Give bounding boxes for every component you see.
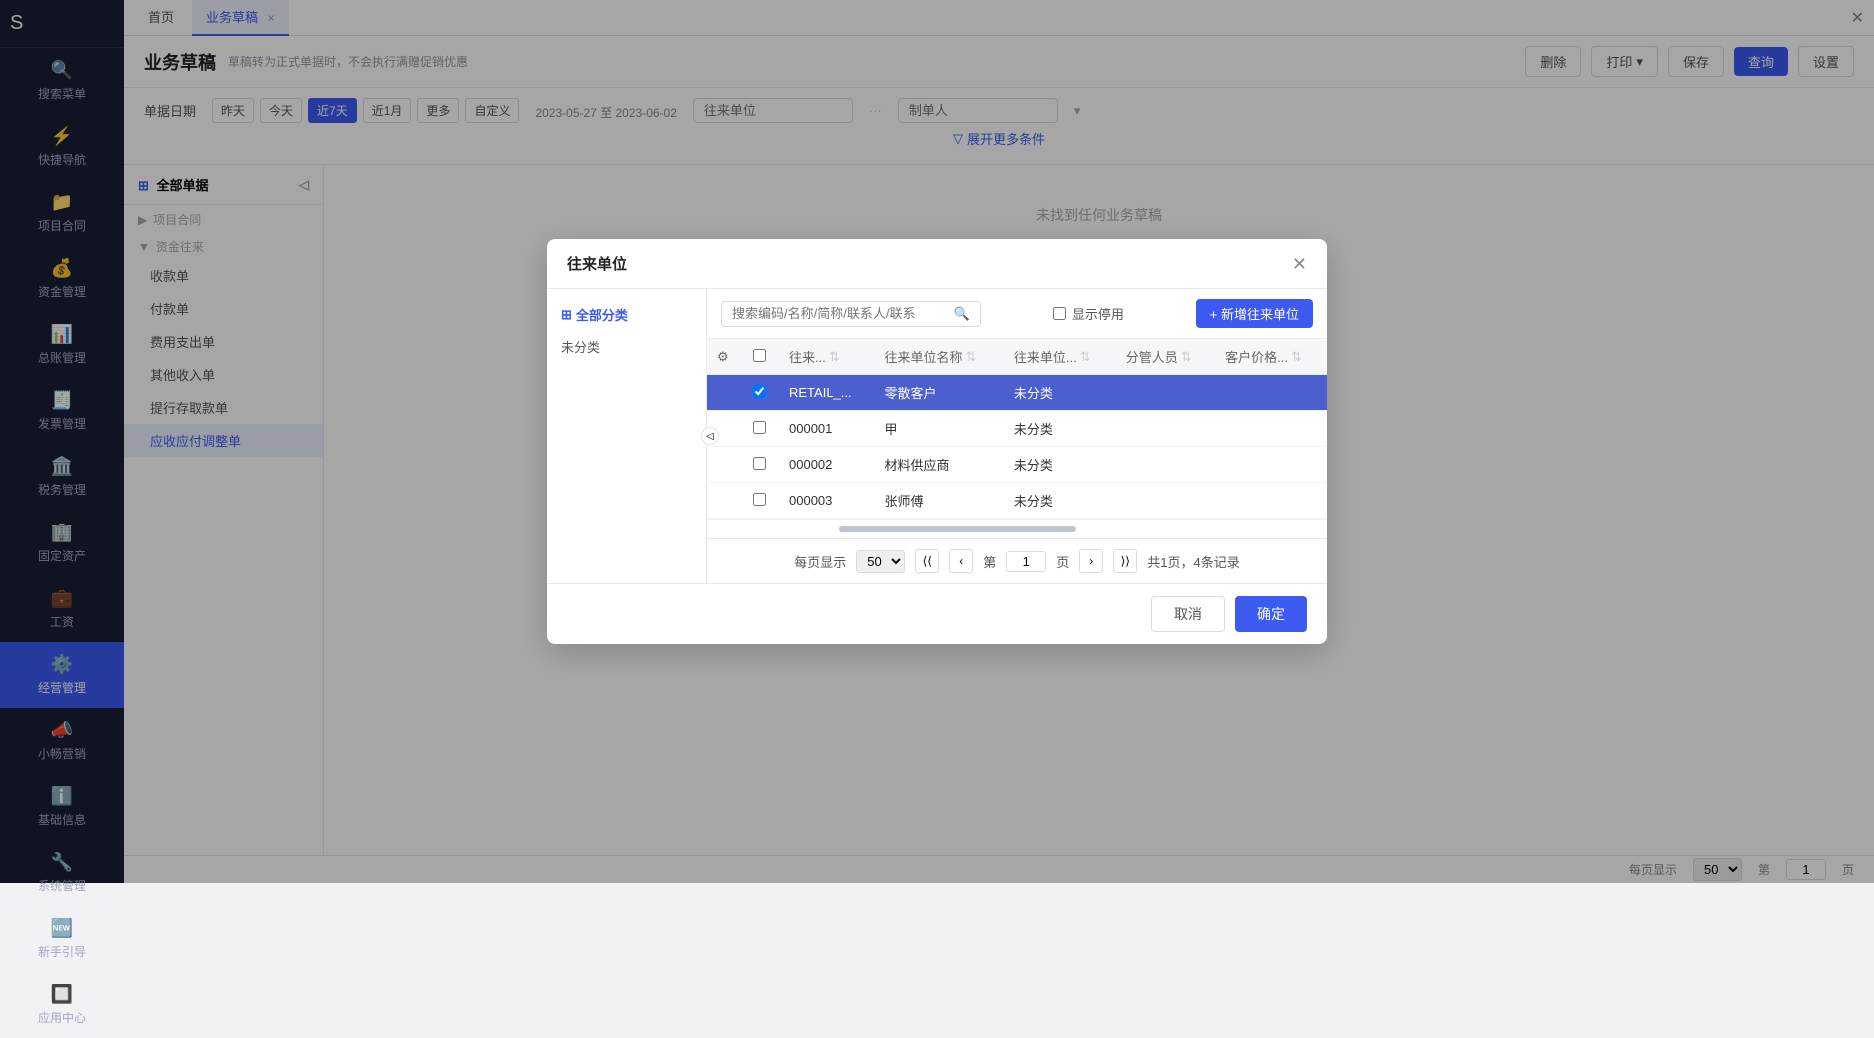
col-settings[interactable]: ⚙ [707, 339, 743, 375]
total-info: 共1页，4条记录 [1147, 552, 1239, 571]
table-row[interactable]: 000001 甲 未分类 [707, 411, 1327, 447]
sidebar-item-label: 新手引导 [38, 943, 86, 960]
partner-dialog: 往来单位 ✕ ⊞ 全部分类 未分类 ◁ 🔍 [547, 239, 1327, 644]
row-sales-person-cell [1116, 447, 1215, 483]
row-checkbox[interactable] [753, 493, 766, 506]
col-sales-person[interactable]: 分管人员 ⇅ [1116, 339, 1215, 375]
prev-page-button[interactable]: ‹ [949, 549, 973, 573]
row-category-cell: 未分类 [1004, 483, 1116, 519]
dialog-category-header: ⊞ 全部分类 [547, 299, 706, 330]
row-name-cell: 零散客户 [875, 375, 1004, 411]
dialog-toolbar: 🔍 显示停用 + 新增往来单位 [707, 289, 1327, 339]
row-sales-person-cell [1116, 375, 1215, 411]
col-price-level[interactable]: 客户价格... ⇅ [1215, 339, 1327, 375]
dialog-body: ⊞ 全部分类 未分类 ◁ 🔍 显示停用 + 新增往来单位 [547, 289, 1327, 583]
row-sales-person-cell [1116, 411, 1215, 447]
app-icon: 🔲 [51, 984, 73, 1005]
add-partner-button[interactable]: + 新增往来单位 [1196, 299, 1313, 328]
dialog-page-input[interactable] [1006, 551, 1046, 572]
search-input[interactable] [732, 306, 948, 321]
horizontal-scrollbar[interactable] [707, 519, 1327, 538]
row-name-cell: 甲 [875, 411, 1004, 447]
next-page-button[interactable]: › [1079, 549, 1103, 573]
dialog-table-container: ⚙ 往来... ⇅ 往来单位名 [707, 339, 1327, 519]
row-checkbox[interactable] [753, 457, 766, 470]
dialog-close-button[interactable]: ✕ [1292, 255, 1307, 273]
table-row[interactable]: RETAIL_... 零散客户 未分类 [707, 375, 1327, 411]
row-code-cell: 000003 [779, 483, 875, 519]
search-icon: 🔍 [954, 306, 970, 322]
row-checkbox-cell[interactable] [743, 411, 779, 447]
dialog-title: 往来单位 [567, 253, 627, 274]
first-page-button[interactable]: ⟨⟨ [915, 549, 939, 573]
confirm-button[interactable]: 确定 [1235, 596, 1307, 632]
sort-icon: ⇅ [829, 349, 840, 365]
page-suffix-label: 页 [1056, 552, 1069, 571]
sort-icon: ⇅ [1291, 349, 1302, 365]
sort-icon: ⇅ [966, 349, 977, 365]
sidebar-item-new-guide[interactable]: 🆕 新手引导 [0, 906, 124, 972]
row-price-level-cell [1215, 411, 1327, 447]
dialog-table-panel: 🔍 显示停用 + 新增往来单位 ⚙ [707, 289, 1327, 583]
partner-table: ⚙ 往来... ⇅ 往来单位名 [707, 339, 1327, 519]
show-disabled-checkbox[interactable] [1053, 307, 1066, 320]
dialog-category-collapse-button[interactable]: ◁ [701, 427, 719, 445]
page-word: 第 [983, 552, 996, 571]
sort-icon: ⇅ [1181, 349, 1192, 365]
row-code-cell: 000001 [779, 411, 875, 447]
table-row[interactable]: 000003 张师傅 未分类 [707, 483, 1327, 519]
grid-icon: ⊞ [561, 307, 572, 323]
row-name-cell: 张师傅 [875, 483, 1004, 519]
row-code-cell: 000002 [779, 447, 875, 483]
row-checkbox-cell[interactable] [743, 375, 779, 411]
row-code-cell: RETAIL_... [779, 375, 875, 411]
search-box: 🔍 [721, 301, 981, 327]
col-category[interactable]: 往来单位... ⇅ [1004, 339, 1116, 375]
dialog-category-unclassified[interactable]: 未分类 [547, 330, 706, 363]
row-category-cell: 未分类 [1004, 375, 1116, 411]
row-price-level-cell [1215, 483, 1327, 519]
row-price-level-cell [1215, 375, 1327, 411]
dialog-pagination: 每页显示 50 ⟨⟨ ‹ 第 页 › ⟩⟩ 共1页，4条记录 [707, 538, 1327, 583]
dialog-header: 往来单位 ✕ [547, 239, 1327, 289]
row-settings-cell [707, 375, 743, 411]
last-page-button[interactable]: ⟩⟩ [1113, 549, 1137, 573]
row-settings-cell [707, 447, 743, 483]
guide-icon: 🆕 [51, 918, 73, 939]
row-category-cell: 未分类 [1004, 447, 1116, 483]
sidebar-item-app-center[interactable]: 🔲 应用中心 [0, 972, 124, 1038]
sidebar-item-label: 应用中心 [38, 1009, 86, 1026]
row-category-cell: 未分类 [1004, 411, 1116, 447]
per-page-label: 每页显示 [794, 552, 846, 571]
select-all-checkbox[interactable] [753, 349, 766, 362]
col-code[interactable]: 往来... ⇅ [779, 339, 875, 375]
table-row[interactable]: 000002 材料供应商 未分类 [707, 447, 1327, 483]
dialog-category-panel: ⊞ 全部分类 未分类 ◁ [547, 289, 707, 583]
col-name[interactable]: 往来单位名称 ⇅ [875, 339, 1004, 375]
row-sales-person-cell [1116, 483, 1215, 519]
row-price-level-cell [1215, 447, 1327, 483]
cancel-button[interactable]: 取消 [1151, 596, 1225, 632]
row-settings-cell [707, 483, 743, 519]
row-checkbox[interactable] [753, 421, 766, 434]
dialog-per-page-select[interactable]: 50 [856, 550, 905, 573]
show-disabled-toggle[interactable]: 显示停用 [1053, 304, 1124, 323]
row-checkbox[interactable] [753, 385, 766, 398]
sort-icon: ⇅ [1080, 349, 1091, 365]
row-checkbox-cell[interactable] [743, 447, 779, 483]
row-name-cell: 材料供应商 [875, 447, 1004, 483]
row-checkbox-cell[interactable] [743, 483, 779, 519]
col-checkbox[interactable] [743, 339, 779, 375]
dialog-overlay: 往来单位 ✕ ⊞ 全部分类 未分类 ◁ 🔍 [0, 0, 1874, 883]
dialog-footer: 取消 确定 [547, 583, 1327, 644]
